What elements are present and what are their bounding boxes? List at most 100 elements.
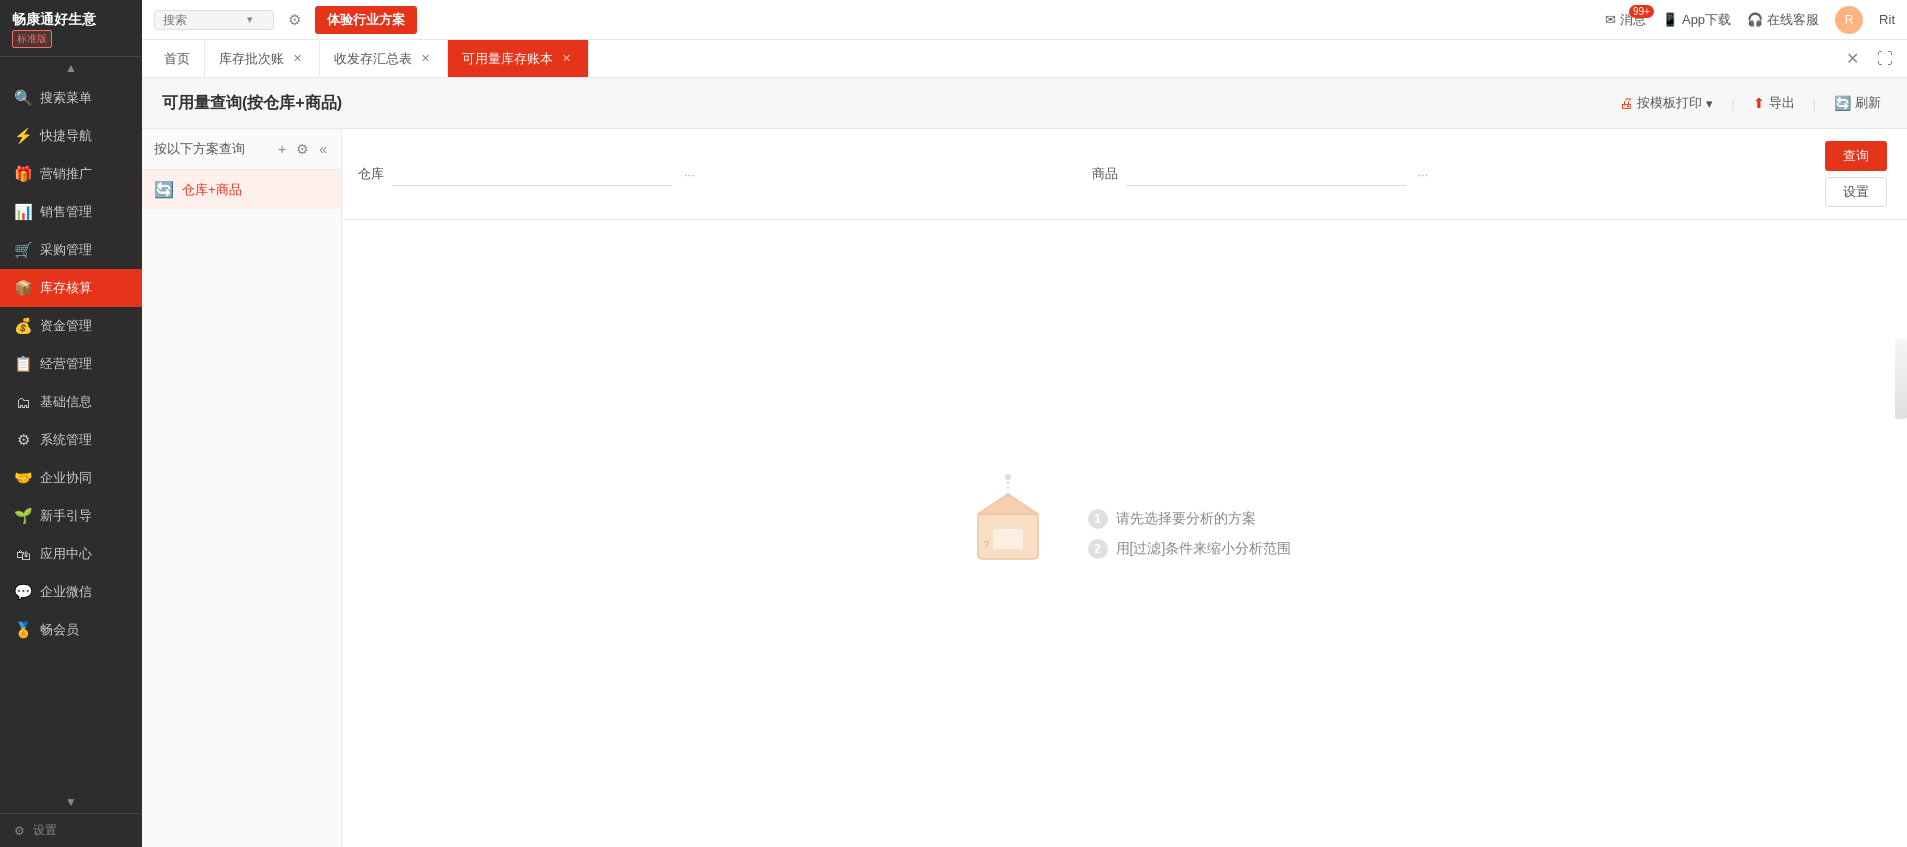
svg-point-4	[1005, 474, 1011, 480]
hint-num-1: 1	[1088, 509, 1108, 529]
online-service-btn[interactable]: 🎧 在线客服	[1747, 11, 1819, 29]
goods-filter-more-btn[interactable]: ···	[1414, 165, 1433, 184]
collapse-left-panel-btn[interactable]: «	[317, 139, 329, 159]
industry-solution-btn[interactable]: 体验行业方案	[315, 6, 417, 34]
nav-label-newbie: 新手引导	[40, 507, 128, 525]
right-scrollbar[interactable]	[1895, 339, 1907, 419]
nav-label-marketing: 营销推广	[40, 165, 128, 183]
sidebar-item-wechat[interactable]: 💬 企业微信	[0, 573, 142, 611]
tabbar-close-all-btn[interactable]: ✕	[1840, 47, 1865, 70]
username-label[interactable]: Rit	[1879, 12, 1895, 27]
print-dropdown-icon: ▾	[1706, 96, 1713, 111]
tab-available-stock[interactable]: 可用量库存账本 ✕	[448, 40, 589, 78]
empty-hint-1: 1 请先选择要分析的方案	[1088, 509, 1292, 529]
nav-icon-finance: 💰	[14, 317, 32, 335]
refresh-btn[interactable]: 🔄 刷新	[1828, 90, 1887, 116]
sidebar-item-newbie[interactable]: 🌱 新手引导	[0, 497, 142, 535]
action-divider-2: |	[1813, 96, 1816, 111]
goods-filter-label: 商品	[1092, 165, 1118, 183]
scheme-item-label: 仓库+商品	[182, 181, 242, 199]
app-download-label: App下载	[1682, 11, 1731, 29]
goods-filter-group: 商品 ···	[1092, 162, 1810, 186]
page-header: 可用量查询(按仓库+商品) 🖨 按模板打印 ▾ | ⬆ 导出 | 🔄 刷新	[142, 78, 1907, 129]
nav-icon-purchase: 🛒	[14, 241, 32, 259]
add-scheme-btn[interactable]: +	[276, 139, 288, 159]
sidebar-item-search[interactable]: 🔍 搜索菜单	[0, 79, 142, 117]
sidebar-item-system[interactable]: ⚙ 系统管理	[0, 421, 142, 459]
tab-deposit-summary[interactable]: 收发存汇总表 ✕	[320, 40, 448, 78]
sidebar-item-basic[interactable]: 🗂 基础信息	[0, 383, 142, 421]
topbar-right: ✉ 消息 99+ 📱 App下载 🎧 在线客服 R Rit	[1605, 6, 1895, 34]
nav-icon-search: 🔍	[14, 89, 32, 107]
user-avatar[interactable]: R	[1835, 6, 1863, 34]
sidebar-footer-label: 设置	[33, 822, 57, 839]
app-download-btn[interactable]: 📱 App下载	[1662, 11, 1731, 29]
sidebar-scroll-down[interactable]: ▼	[0, 791, 142, 813]
page-header-actions: 🖨 按模板打印 ▾ | ⬆ 导出 | 🔄 刷新	[1613, 90, 1887, 116]
hint-text-2: 用[过滤]条件来缩小分析范围	[1116, 540, 1292, 558]
column-settings-btn[interactable]: 设置	[1825, 177, 1887, 207]
tab-batch-account-label: 库存批次账	[219, 50, 284, 68]
left-panel-header-actions: + ⚙ «	[276, 139, 329, 159]
sidebar-item-shortcut[interactable]: ⚡ 快捷导航	[0, 117, 142, 155]
topbar: ▾ ⚙ 体验行业方案 ✉ 消息 99+ 📱 App下载 🎧 在线客服 R Rit	[142, 0, 1907, 40]
empty-state: ? 1 请先选择要分析的方案 2 用[过滤]条件来缩小分析范围	[342, 220, 1907, 847]
tab-deposit-summary-close[interactable]: ✕	[418, 51, 433, 66]
query-btn[interactable]: 查询	[1825, 141, 1887, 171]
hint-num-2: 2	[1088, 539, 1108, 559]
sidebar-item-marketing[interactable]: 🎁 营销推广	[0, 155, 142, 193]
nav-label-shortcut: 快捷导航	[40, 127, 128, 145]
page-title: 可用量查询(按仓库+商品)	[162, 93, 342, 114]
empty-text: 1 请先选择要分析的方案 2 用[过滤]条件来缩小分析范围	[1088, 509, 1292, 559]
sidebar-item-cooperation[interactable]: 🤝 企业协同	[0, 459, 142, 497]
tabbar-expand-btn[interactable]: ⛶	[1871, 48, 1899, 70]
nav-icon-vip: 🏅	[14, 621, 32, 639]
nav-icon-sales: 📊	[14, 203, 32, 221]
filter-actions: 查询 设置	[1825, 141, 1891, 207]
refresh-label: 刷新	[1855, 94, 1881, 112]
hint-text-1: 请先选择要分析的方案	[1116, 510, 1256, 528]
tab-available-stock-close[interactable]: ✕	[559, 51, 574, 66]
sidebar-item-inventory[interactable]: 📦 库存核算	[0, 269, 142, 307]
mobile-icon: 📱	[1662, 12, 1678, 27]
tab-batch-account-close[interactable]: ✕	[290, 51, 305, 66]
left-panel-header-label: 按以下方案查询	[154, 140, 245, 158]
tab-home[interactable]: 首页	[150, 40, 205, 78]
sidebar-item-operations[interactable]: 📋 经营管理	[0, 345, 142, 383]
app-tag: 标准版	[12, 30, 52, 48]
settings-icon: ⚙	[14, 824, 25, 838]
sidebar-item-vip[interactable]: 🏅 畅会员	[0, 611, 142, 649]
tab-deposit-summary-label: 收发存汇总表	[334, 50, 412, 68]
tab-home-label: 首页	[164, 50, 190, 68]
nav-icon-inventory: 📦	[14, 279, 32, 297]
sidebar-item-purchase[interactable]: 🛒 采购管理	[0, 231, 142, 269]
goods-filter-input[interactable]	[1126, 162, 1406, 186]
topbar-settings-btn[interactable]: ⚙	[282, 9, 307, 31]
nav-icon-cooperation: 🤝	[14, 469, 32, 487]
sidebar-nav: 🔍 搜索菜单⚡ 快捷导航🎁 营销推广📊 销售管理🛒 采购管理📦 库存核算💰 资金…	[0, 79, 142, 791]
sidebar-item-appcenter[interactable]: 🛍 应用中心	[0, 535, 142, 573]
scheme-item-warehouse-goods[interactable]: 🔄 仓库+商品	[142, 170, 341, 209]
nav-label-purchase: 采购管理	[40, 241, 128, 259]
scheme-settings-btn[interactable]: ⚙	[294, 139, 311, 159]
message-btn[interactable]: ✉ 消息 99+	[1605, 11, 1646, 29]
message-badge: 99+	[1629, 5, 1654, 18]
warehouse-filter-more-btn[interactable]: ···	[680, 165, 699, 184]
search-input[interactable]	[163, 13, 243, 27]
export-btn[interactable]: ⬆ 导出	[1747, 90, 1801, 116]
sidebar-item-sales[interactable]: 📊 销售管理	[0, 193, 142, 231]
sidebar-scroll-up[interactable]: ▲	[0, 57, 142, 79]
tab-batch-account[interactable]: 库存批次账 ✕	[205, 40, 320, 78]
nav-icon-newbie: 🌱	[14, 507, 32, 525]
svg-marker-1	[978, 494, 1038, 514]
print-template-label: 按模板打印	[1637, 94, 1702, 112]
print-template-btn[interactable]: 🖨 按模板打印 ▾	[1613, 90, 1719, 116]
sidebar-footer[interactable]: ⚙ 设置	[0, 813, 142, 847]
warehouse-filter-input[interactable]	[392, 162, 672, 186]
sidebar-item-finance[interactable]: 💰 资金管理	[0, 307, 142, 345]
search-input-group[interactable]: ▾	[154, 10, 274, 30]
nav-label-appcenter: 应用中心	[40, 545, 128, 563]
sidebar-header: 畅康通好生意 标准版	[0, 0, 142, 57]
left-panel: 按以下方案查询 + ⚙ « 🔄 仓库+商品	[142, 129, 342, 847]
search-dropdown-btn[interactable]: ▾	[247, 13, 253, 26]
